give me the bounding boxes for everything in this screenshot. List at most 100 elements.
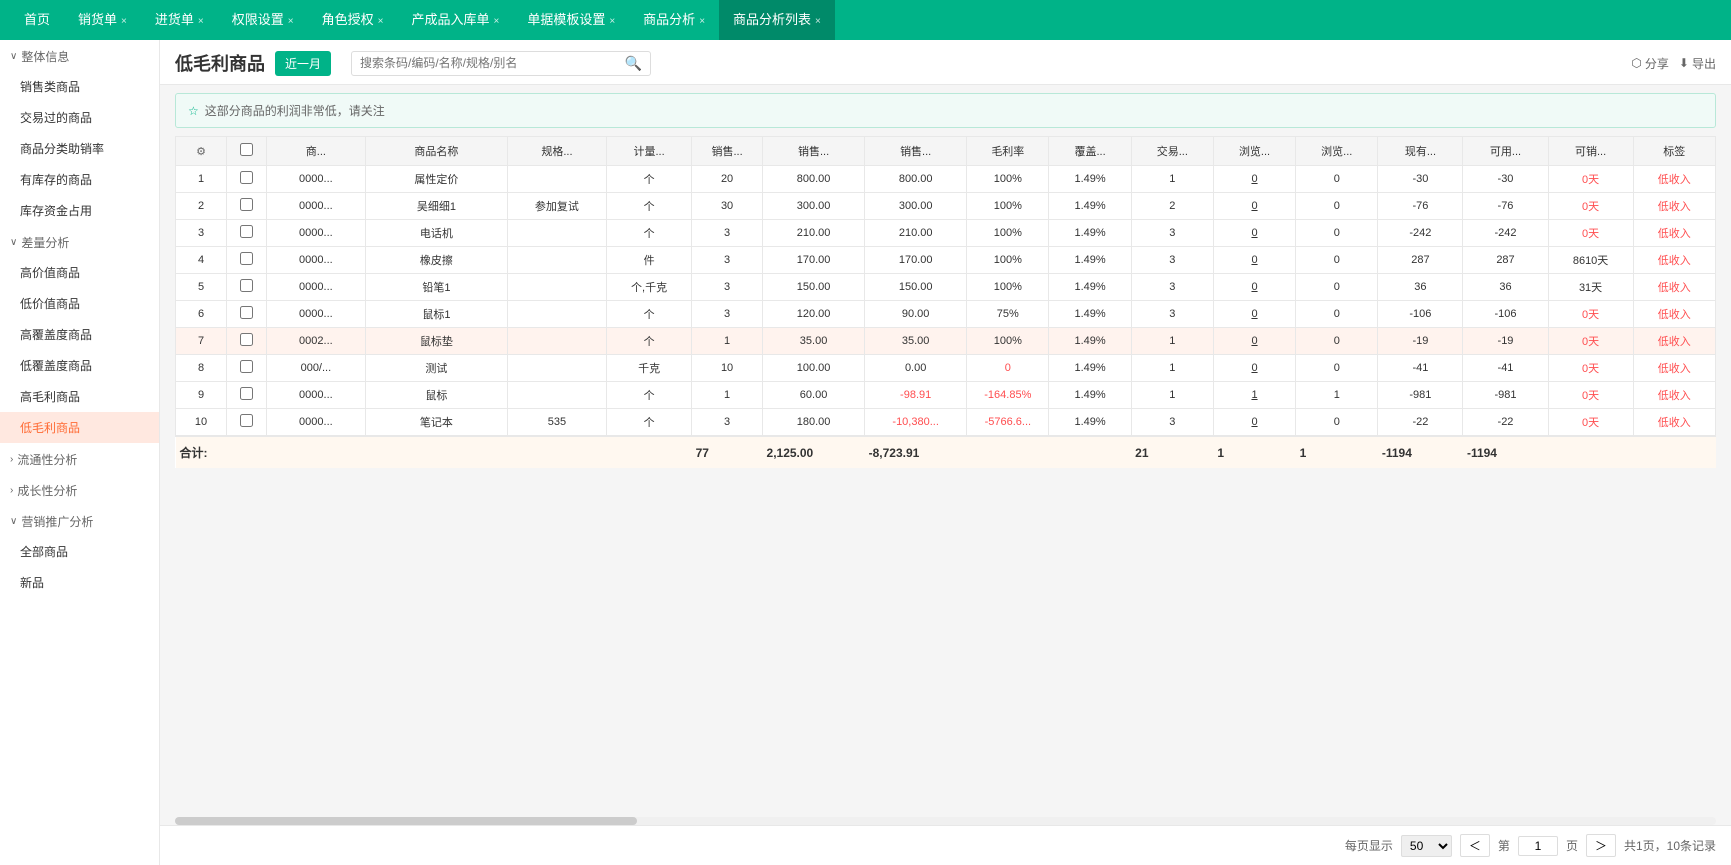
col-header-stock3[interactable]: 可销...	[1548, 137, 1633, 166]
col-header-browse1[interactable]: 浏览...	[1213, 137, 1295, 166]
row-checkbox[interactable]	[240, 306, 253, 319]
row-checkbox[interactable]	[240, 252, 253, 265]
sidebar-item-low-value[interactable]: 低价值商品	[0, 288, 159, 319]
export-button[interactable]: ⬇ 导出	[1679, 55, 1716, 72]
col-header-stock1[interactable]: 现有...	[1378, 137, 1463, 166]
sidebar-item-traded-products[interactable]: 交易过的商品	[0, 102, 159, 133]
col-header-rate[interactable]: 毛利率	[967, 137, 1049, 166]
row-checkbox[interactable]	[240, 225, 253, 238]
sidebar-group-marketing-title[interactable]: ∨ 营销推广分析	[0, 505, 159, 536]
nav-roles[interactable]: 角色授权×	[308, 0, 398, 40]
col-header-code[interactable]: 商...	[266, 137, 365, 166]
col-header-checkbox[interactable]	[227, 137, 267, 166]
row-checkbox[interactable]	[240, 414, 253, 427]
search-input[interactable]	[360, 56, 625, 70]
cell-checkbox[interactable]	[227, 409, 267, 437]
cell-price1: 35.00	[763, 328, 865, 355]
cell-checkbox[interactable]	[227, 193, 267, 220]
nav-sales[interactable]: 销货单×	[64, 0, 141, 40]
cell-checkbox[interactable]	[227, 301, 267, 328]
nav-permissions[interactable]: 权限设置×	[218, 0, 308, 40]
cell-checkbox[interactable]	[227, 328, 267, 355]
col-header-spec[interactable]: 规格...	[507, 137, 606, 166]
nav-permissions-close[interactable]: ×	[288, 16, 294, 27]
share-button[interactable]: ⬡ 分享	[1631, 55, 1669, 72]
total-empty-6	[1049, 436, 1131, 468]
sidebar-item-new-products[interactable]: 新品	[0, 567, 159, 598]
cell-checkbox[interactable]	[227, 247, 267, 274]
cell-days: 8610天	[1548, 247, 1633, 274]
sidebar-group-overall-title[interactable]: ∨ 整体信息	[0, 40, 159, 71]
table-row: 10 0000... 笔记本 535 个 3 180.00 -10,380...…	[176, 409, 1716, 437]
sidebar-group-circulation-title[interactable]: › 流通性分析	[0, 443, 159, 474]
prev-page-button[interactable]: ＜	[1460, 834, 1490, 857]
row-checkbox[interactable]	[240, 387, 253, 400]
top-navigation: 首页 销货单× 进货单× 权限设置× 角色授权× 产成品入库单× 单据模板设置×…	[0, 0, 1731, 40]
sidebar-item-category-sales-rate[interactable]: 商品分类助销率	[0, 133, 159, 164]
col-header-qty[interactable]: 销售...	[692, 137, 763, 166]
col-header-unit[interactable]: 计量...	[607, 137, 692, 166]
nav-roles-close[interactable]: ×	[378, 16, 384, 27]
sidebar-item-high-value[interactable]: 高价值商品	[0, 257, 159, 288]
row-checkbox[interactable]	[240, 171, 253, 184]
cell-txn: 1	[1131, 355, 1213, 382]
cell-checkbox[interactable]	[227, 355, 267, 382]
cell-checkbox[interactable]	[227, 382, 267, 409]
col-header-price1[interactable]: 销售...	[763, 137, 865, 166]
next-page-button[interactable]: ＞	[1586, 834, 1616, 857]
sidebar-item-in-stock[interactable]: 有库存的商品	[0, 164, 159, 195]
sidebar-item-high-coverage[interactable]: 高覆盖度商品	[0, 319, 159, 350]
nav-product-analysis-list-close[interactable]: ×	[815, 16, 821, 27]
col-header-price2[interactable]: 销售...	[865, 137, 967, 166]
sidebar-group-growth-title[interactable]: › 成长性分析	[0, 474, 159, 505]
cell-price2: 210.00	[865, 220, 967, 247]
total-qty: 77	[692, 436, 763, 468]
search-icon[interactable]: 🔍	[625, 55, 642, 72]
sidebar-item-inventory-capital[interactable]: 库存资金占用	[0, 195, 159, 226]
col-header-browse2[interactable]: 浏览...	[1296, 137, 1378, 166]
cell-spec	[507, 301, 606, 328]
col-header-name[interactable]: 商品名称	[366, 137, 508, 166]
nav-purchase[interactable]: 进货单×	[141, 0, 218, 40]
nav-home[interactable]: 首页	[10, 0, 64, 40]
select-all-checkbox[interactable]	[240, 143, 253, 156]
nav-template-settings[interactable]: 单据模板设置×	[513, 0, 629, 40]
horizontal-scrollbar[interactable]	[175, 817, 1716, 825]
cell-spec: 535	[507, 409, 606, 437]
nav-sales-close[interactable]: ×	[121, 16, 127, 27]
time-filter-button[interactable]: 近一月	[275, 51, 331, 76]
col-header-settings[interactable]: ⚙	[176, 137, 227, 166]
sidebar-item-all-products[interactable]: 全部商品	[0, 536, 159, 567]
row-checkbox[interactable]	[240, 360, 253, 373]
cell-checkbox[interactable]	[227, 166, 267, 193]
row-checkbox[interactable]	[240, 279, 253, 292]
col-header-tag[interactable]: 标签	[1633, 137, 1715, 166]
sidebar-group-difference-title[interactable]: ∨ 差量分析	[0, 226, 159, 257]
cell-checkbox[interactable]	[227, 220, 267, 247]
sidebar-item-sales-products[interactable]: 销售类商品	[0, 71, 159, 102]
sidebar-item-high-margin[interactable]: 高毛利商品	[0, 381, 159, 412]
nav-purchase-close[interactable]: ×	[198, 16, 204, 27]
sidebar-item-low-coverage[interactable]: 低覆盖度商品	[0, 350, 159, 381]
col-header-stock2[interactable]: 可用...	[1463, 137, 1548, 166]
share-icon: ⬡	[1631, 56, 1641, 70]
row-checkbox[interactable]	[240, 198, 253, 211]
scroll-thumb[interactable]	[175, 817, 637, 825]
col-header-txn[interactable]: 交易...	[1131, 137, 1213, 166]
table-container[interactable]: ⚙ 商... 商品名称 规格... 计量... 销售... 销售... 销售..…	[160, 136, 1731, 817]
page-input[interactable]	[1518, 836, 1558, 856]
cell-gross: 1.49%	[1049, 247, 1131, 274]
nav-product-analysis-list[interactable]: 商品分析列表×	[719, 0, 835, 40]
per-page-select[interactable]: 50 20 100	[1401, 835, 1452, 857]
row-checkbox[interactable]	[240, 333, 253, 346]
nav-product-analysis[interactable]: 商品分析×	[629, 0, 719, 40]
nav-finished-goods[interactable]: 产成品入库单×	[397, 0, 513, 40]
settings-icon[interactable]: ⚙	[196, 146, 206, 158]
nav-product-analysis-close[interactable]: ×	[699, 16, 705, 27]
nav-finished-goods-close[interactable]: ×	[493, 16, 499, 27]
nav-template-settings-close[interactable]: ×	[609, 16, 615, 27]
sidebar-item-low-margin[interactable]: 低毛利商品	[0, 412, 159, 443]
cell-checkbox[interactable]	[227, 274, 267, 301]
col-header-gross[interactable]: 覆盖...	[1049, 137, 1131, 166]
page-label: 第	[1498, 837, 1510, 854]
